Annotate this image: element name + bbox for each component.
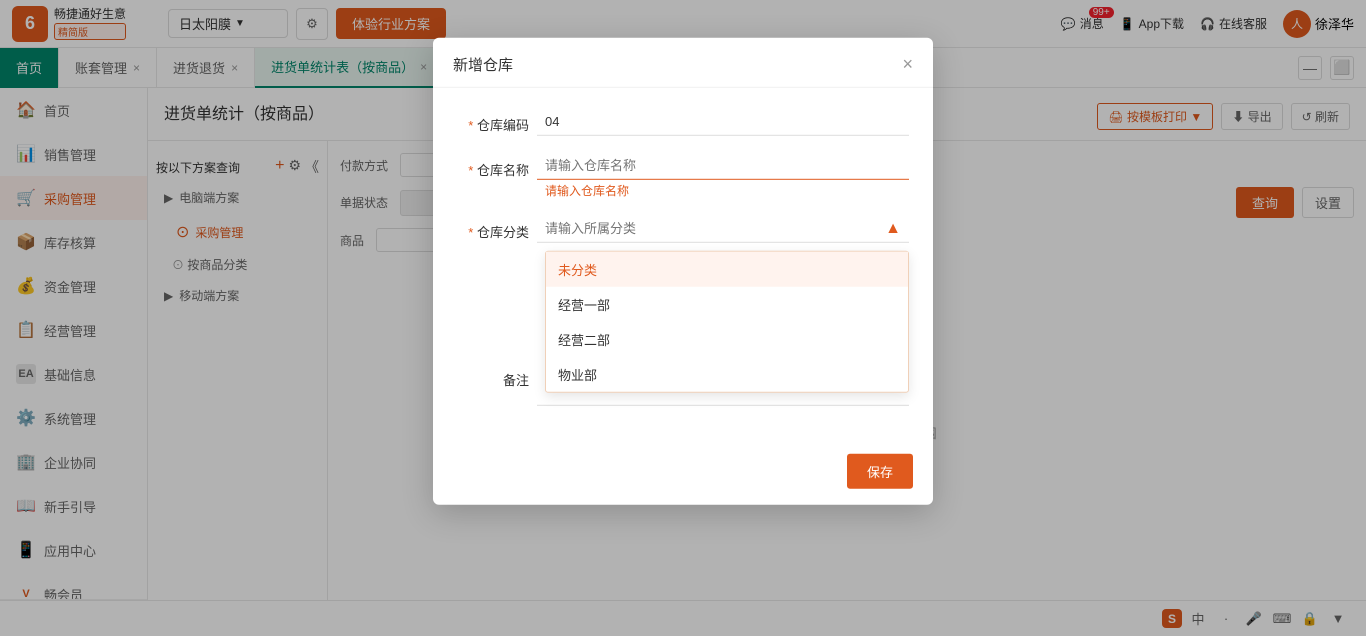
- name-input[interactable]: [537, 152, 909, 180]
- form-row-code: * 仓库编码: [457, 108, 909, 136]
- category-dropdown-list: 未分类 经营一部 经营二部 物业部: [545, 251, 909, 393]
- code-label: * 仓库编码: [457, 108, 537, 134]
- form-row-category: * 仓库分类 ▲ 未分类 经营一部 经营二部 物业部: [457, 215, 909, 243]
- code-input[interactable]: [537, 108, 909, 136]
- new-warehouse-modal: 新增仓库 × * 仓库编码 * 仓库名称 请输入仓库名称: [433, 38, 933, 505]
- modal-body: * 仓库编码 * 仓库名称 请输入仓库名称 * 仓库分类: [433, 88, 933, 442]
- form-row-name: * 仓库名称 请输入仓库名称: [457, 152, 909, 199]
- category-dropdown-arrow[interactable]: ▲: [885, 220, 901, 238]
- modal-title: 新增仓库: [453, 54, 513, 75]
- category-wrapper: ▲: [537, 215, 909, 243]
- dropdown-option-uncategorized[interactable]: 未分类: [546, 252, 908, 287]
- category-input[interactable]: [537, 215, 909, 243]
- remark-label: 备注: [457, 363, 537, 389]
- modal-close-button[interactable]: ×: [902, 54, 913, 75]
- name-label: * 仓库名称: [457, 153, 537, 179]
- category-label: * 仓库分类: [457, 215, 537, 241]
- dropdown-option-property[interactable]: 物业部: [546, 357, 908, 392]
- name-error-text: 请输入仓库名称: [545, 182, 629, 199]
- modal-header: 新增仓库 ×: [433, 38, 933, 88]
- modal-footer: 保存: [433, 442, 933, 505]
- save-button[interactable]: 保存: [847, 454, 913, 489]
- dropdown-option-dept2[interactable]: 经营二部: [546, 322, 908, 357]
- dropdown-option-dept1[interactable]: 经营一部: [546, 287, 908, 322]
